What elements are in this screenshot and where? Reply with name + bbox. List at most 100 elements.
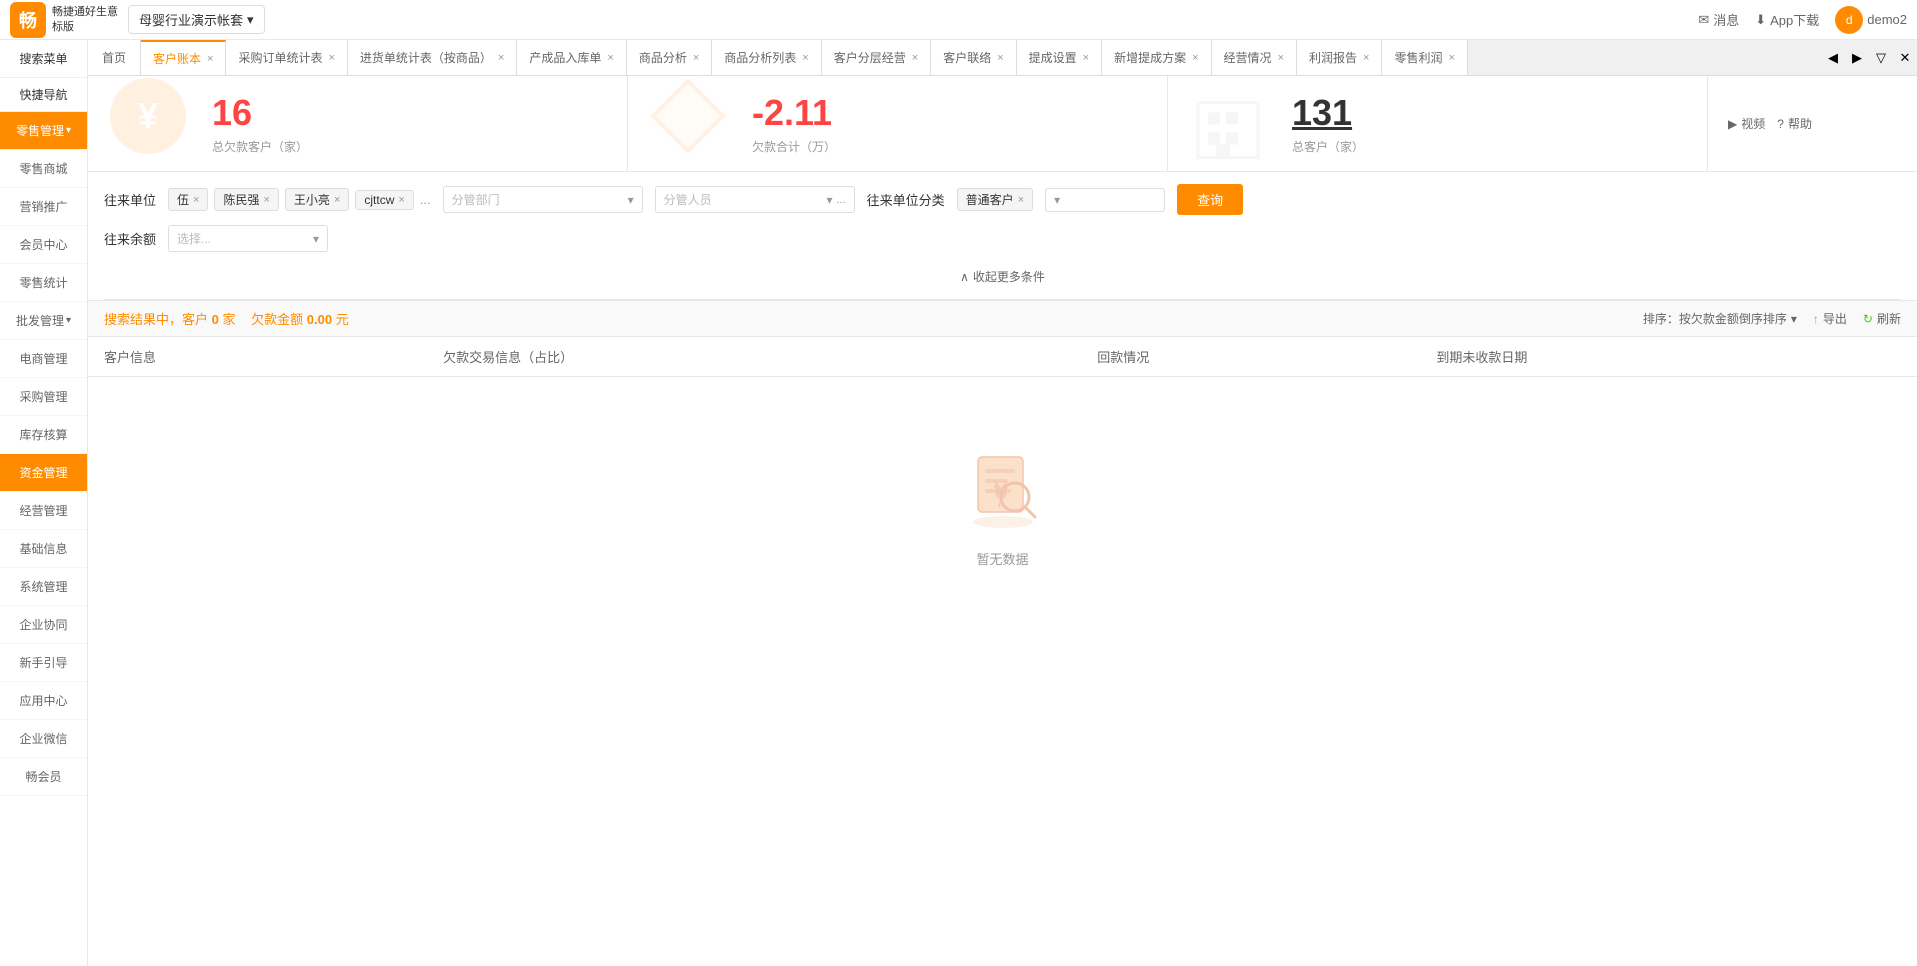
sidebar-item-basic-info[interactable]: 基础信息 <box>0 530 87 568</box>
stat-card-amount: -2.11 欠款合计（万） <box>628 76 1168 171</box>
tab-close-icon[interactable]: × <box>1192 52 1198 64</box>
results-actions: 排序：按欠款金额倒序排序 ▾ ↑ 导出 ↻ 刷新 <box>1643 310 1901 327</box>
sidebar-item-inventory[interactable]: 库存核算 <box>0 416 87 454</box>
tab-close-icon[interactable]: × <box>607 52 613 64</box>
chevron-down-icon: ▾ <box>826 193 832 207</box>
tab-close-icon[interactable]: × <box>1448 52 1454 64</box>
tab-close-icon[interactable]: × <box>328 52 334 64</box>
tab-commission-settings[interactable]: 提成设置 × <box>1017 40 1102 76</box>
tab-profit-report[interactable]: 利润报告 × <box>1297 40 1382 76</box>
coin-icon: ¥ <box>108 76 188 156</box>
stat-value-amount: -2.11 <box>752 92 1143 134</box>
sidebar-item-member-center[interactable]: 会员中心 <box>0 226 87 264</box>
sidebar-item-member[interactable]: 畅会员 <box>0 758 87 796</box>
sidebar-item-finance[interactable]: 资金管理 <box>0 454 87 492</box>
chevron-down-icon: ▾ <box>66 315 71 326</box>
tab-customer-contact[interactable]: 客户联络 × <box>931 40 1016 76</box>
export-icon: ↑ <box>1813 312 1819 326</box>
query-button[interactable]: 查询 <box>1177 184 1243 215</box>
message-icon: ✉ <box>1698 12 1709 28</box>
stat-card-customers: ¥ 16 总欠款客户（家） <box>88 76 628 171</box>
messages-button[interactable]: ✉ 消息 <box>1698 10 1739 29</box>
tab-close-icon[interactable]: × <box>207 53 213 65</box>
sidebar-item-marketing[interactable]: 营销推广 <box>0 188 87 226</box>
tab-incoming-stats[interactable]: 进货单统计表（按商品） × <box>348 40 517 76</box>
chevron-down-icon: ▾ <box>1791 312 1797 326</box>
tab-close-icon[interactable]: × <box>802 52 808 64</box>
tab-customer-segment[interactable]: 客户分层经营 × <box>822 40 931 76</box>
sidebar-item-retail-management[interactable]: 零售管理 ▾ <box>0 112 87 150</box>
tab-close-icon[interactable]: × <box>693 52 699 64</box>
sidebar-search[interactable]: 搜索菜单 <box>0 40 87 78</box>
chevron-up-icon: ∧ <box>960 270 969 284</box>
sidebar-item-retail-stats[interactable]: 零售统计 <box>0 264 87 302</box>
tab-new-commission[interactable]: 新增提成方案 × <box>1102 40 1211 76</box>
filter-dept-select[interactable]: 分管部门 ▾ <box>443 186 643 213</box>
filter-unit-class-dropdown[interactable]: ▾ <box>1045 188 1165 212</box>
tab-operations[interactable]: 经营情况 × <box>1212 40 1297 76</box>
filter-person-select[interactable]: 分管人员 ▾ ... <box>655 186 855 213</box>
tab-close-all-button[interactable]: ✕ <box>1893 40 1917 76</box>
sort-label: 排序：按欠款金额倒序排序 <box>1643 310 1787 327</box>
video-button[interactable]: ▶ 视频 <box>1728 115 1765 132</box>
user-menu[interactable]: d demo2 <box>1835 6 1907 34</box>
ellipsis-icon: ... <box>836 194 845 206</box>
sidebar-item-newbie[interactable]: 新手引导 <box>0 644 87 682</box>
sidebar-item-enterprise[interactable]: 企业协同 <box>0 606 87 644</box>
account-dropdown[interactable]: 母婴行业演示帐套 ▾ <box>128 5 265 34</box>
remove-tag-chen[interactable]: × <box>263 194 269 206</box>
help-button[interactable]: ? 帮助 <box>1777 115 1812 132</box>
sidebar-item-app-center[interactable]: 应用中心 <box>0 682 87 720</box>
collapse-button[interactable]: ∧ 收起更多条件 <box>960 262 1045 291</box>
remove-tag-wu[interactable]: × <box>193 194 199 206</box>
tab-close-icon[interactable]: × <box>912 52 918 64</box>
tab-retail-profit[interactable]: 零售利润 × <box>1382 40 1467 76</box>
tab-expand-button[interactable]: ▽ <box>1869 40 1893 76</box>
tab-home[interactable]: 首页 <box>88 40 141 76</box>
tab-bar: 首页 客户账本 × 采购订单统计表 × 进货单统计表（按商品） <box>88 40 1917 76</box>
sidebar-item-system[interactable]: 系统管理 <box>0 568 87 606</box>
remove-tag-cjttcw[interactable]: × <box>398 194 404 206</box>
sidebar-item-purchase[interactable]: 采购管理 <box>0 378 87 416</box>
tab-production-inbound[interactable]: 产成品入库单 × <box>517 40 626 76</box>
refresh-button[interactable]: ↻ 刷新 <box>1863 310 1901 327</box>
tab-product-analysis[interactable]: 商品分析 × <box>627 40 712 76</box>
filter-more-button[interactable]: ... <box>420 192 431 207</box>
data-table: 客户信息 欠款交易信息（占比） 回款情况 到期未收款日期 <box>88 337 1917 628</box>
tab-customer-ledger[interactable]: 客户账本 × <box>141 40 226 76</box>
export-button[interactable]: ↑ 导出 <box>1813 310 1847 327</box>
filter-balance-label: 往来余额 <box>104 229 156 248</box>
tab-close-icon[interactable]: × <box>1278 52 1284 64</box>
tab-close-icon[interactable]: × <box>498 52 504 64</box>
tab-purchase-order[interactable]: 采购订单统计表 × <box>226 40 347 76</box>
col-repayment: 回款情况 <box>1081 337 1420 377</box>
tab-close-icon[interactable]: × <box>1363 52 1369 64</box>
tab-scroll-area: 客户账本 × 采购订单统计表 × 进货单统计表（按商品） × 产成品入库单 <box>141 40 1821 76</box>
results-bar: 搜索结果中，客户 0 家 欠款金额 0.00 元 排序：按欠款金额倒序排序 ▾ <box>88 300 1917 337</box>
sidebar-item-wholesale[interactable]: 批发管理 ▾ <box>0 302 87 340</box>
chevron-down-icon: ▾ <box>247 12 254 28</box>
tab-close-icon[interactable]: × <box>997 52 1003 64</box>
tab-close-icon[interactable]: × <box>1083 52 1089 64</box>
filter-tags-unit: 伍 × 陈民强 × 王小亮 × <box>168 188 431 211</box>
sidebar-item-ecommerce[interactable]: 电商管理 <box>0 340 87 378</box>
sidebar-item-operations[interactable]: 经营管理 <box>0 492 87 530</box>
sidebar-item-retail-mall[interactable]: 零售商城 <box>0 150 87 188</box>
sidebar-item-wechat[interactable]: 企业微信 <box>0 720 87 758</box>
tab-prev-button[interactable]: ◀ <box>1821 40 1845 76</box>
app-download-button[interactable]: ⬇ App下载 <box>1755 10 1819 29</box>
remove-tag-normal-customer[interactable]: × <box>1018 194 1024 206</box>
filter-area: 往来单位 伍 × 陈民强 × 王小亮 <box>88 172 1917 300</box>
filter-balance-select[interactable]: 选择... ▾ <box>168 225 328 252</box>
sort-select[interactable]: 排序：按欠款金额倒序排序 ▾ <box>1643 310 1797 327</box>
sidebar: 搜索菜单 快捷导航 零售管理 ▾ 零售商城 营销推广 会员中心 零售统计 <box>0 40 88 966</box>
stat-value-customers: 16 <box>212 92 603 134</box>
empty-illustration <box>953 437 1053 537</box>
stat-card-total: 131 总客户（家） <box>1168 76 1708 171</box>
tab-product-analysis-list[interactable]: 商品分析列表 × <box>712 40 821 76</box>
sidebar-quick-nav[interactable]: 快捷导航 <box>0 78 87 112</box>
remove-tag-wang[interactable]: × <box>334 194 340 206</box>
tab-next-button[interactable]: ▶ <box>1845 40 1869 76</box>
empty-state: 暂无数据 <box>88 377 1917 628</box>
chevron-down-icon: ▾ <box>313 232 319 246</box>
